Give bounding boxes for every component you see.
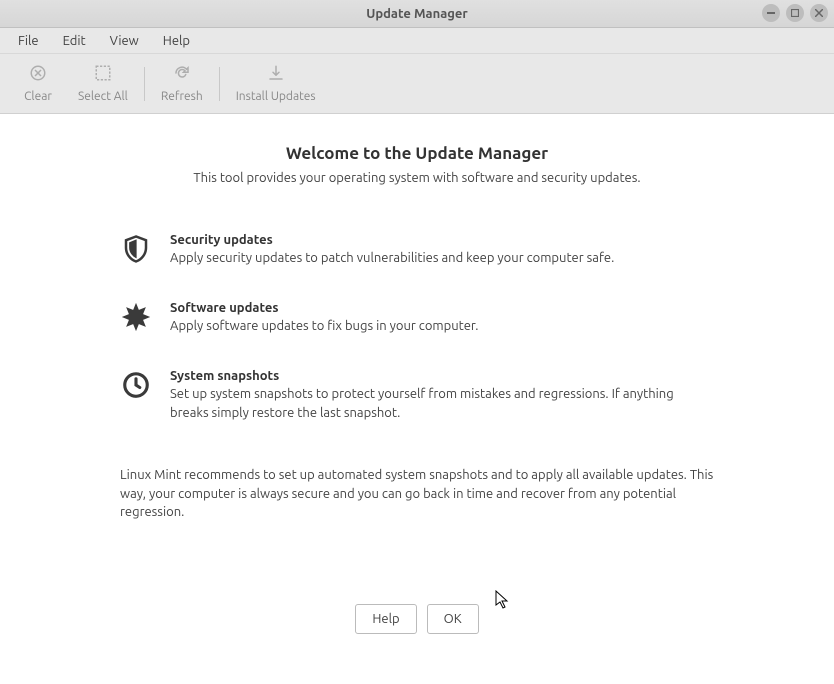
toolbar: Clear Select All Refresh Install Updates [0, 54, 834, 114]
welcome-title: Welcome to the Update Manager [60, 144, 774, 163]
select-all-button[interactable]: Select All [66, 58, 140, 110]
install-icon [267, 64, 285, 86]
ok-button[interactable]: OK [427, 604, 479, 634]
menu-view[interactable]: View [100, 31, 149, 51]
help-button[interactable]: Help [355, 604, 416, 634]
software-updates-block: Software updates Apply software updates … [120, 301, 714, 335]
security-desc: Apply security updates to patch vulnerab… [170, 249, 714, 267]
clear-icon [29, 64, 47, 86]
install-updates-button[interactable]: Install Updates [224, 58, 328, 110]
star-burst-icon [120, 301, 152, 333]
close-button[interactable] [810, 4, 828, 22]
install-updates-label: Install Updates [236, 90, 316, 103]
refresh-icon [173, 64, 191, 86]
menubar: File Edit View Help [0, 28, 834, 54]
menu-file[interactable]: File [8, 31, 49, 51]
dialog-buttons: Help OK [60, 564, 774, 664]
shield-icon [120, 233, 152, 265]
refresh-label: Refresh [161, 90, 203, 103]
recommendation-text: Linux Mint recommends to set up automate… [60, 466, 774, 523]
security-updates-block: Security updates Apply security updates … [120, 233, 714, 267]
snapshots-text: System snapshots Set up system snapshots… [170, 369, 714, 421]
clear-label: Clear [24, 90, 52, 103]
software-title: Software updates [170, 301, 714, 315]
window-controls [762, 4, 828, 22]
welcome-header: Welcome to the Update Manager This tool … [60, 144, 774, 185]
refresh-button[interactable]: Refresh [149, 58, 215, 110]
welcome-subtitle: This tool provides your operating system… [60, 171, 774, 185]
clock-icon [120, 369, 152, 401]
menu-help[interactable]: Help [153, 31, 200, 51]
window-title: Update Manager [366, 7, 468, 21]
toolbar-separator [144, 67, 145, 101]
system-snapshots-block: System snapshots Set up system snapshots… [120, 369, 714, 421]
minimize-button[interactable] [762, 4, 780, 22]
info-sections: Security updates Apply security updates … [60, 233, 774, 456]
menu-edit[interactable]: Edit [53, 31, 96, 51]
select-all-label: Select All [78, 90, 128, 103]
software-desc: Apply software updates to fix bugs in yo… [170, 317, 714, 335]
content-area: Welcome to the Update Manager This tool … [0, 114, 834, 684]
toolbar-separator [219, 67, 220, 101]
security-title: Security updates [170, 233, 714, 247]
maximize-button[interactable] [786, 4, 804, 22]
select-all-icon [94, 64, 112, 86]
snapshots-title: System snapshots [170, 369, 714, 383]
clear-button[interactable]: Clear [10, 58, 66, 110]
snapshots-desc: Set up system snapshots to protect yours… [170, 385, 714, 421]
security-text: Security updates Apply security updates … [170, 233, 714, 267]
software-text: Software updates Apply software updates … [170, 301, 714, 335]
titlebar: Update Manager [0, 0, 834, 28]
